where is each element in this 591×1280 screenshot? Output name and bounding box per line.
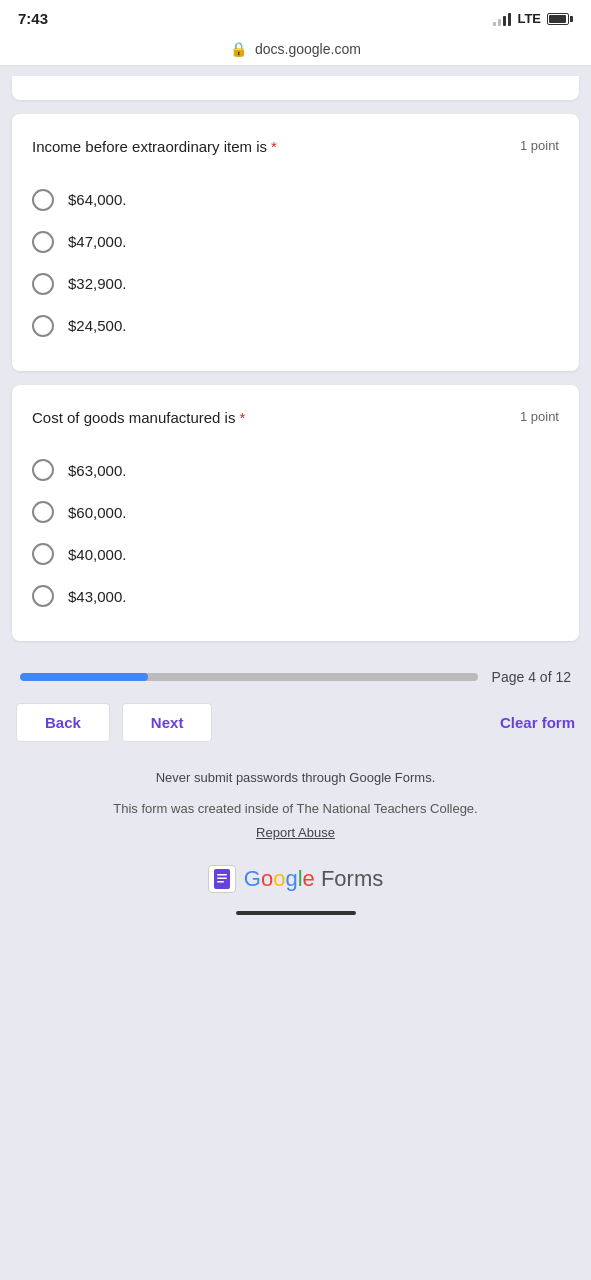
- address-bar: 🔒 docs.google.com: [0, 33, 591, 66]
- footer-created-by: This form was created inside of The Nati…: [20, 799, 571, 819]
- footer-warning: Never submit passwords through Google Fo…: [20, 770, 571, 785]
- clear-form-button[interactable]: Clear form: [500, 714, 575, 731]
- network-label: LTE: [517, 11, 541, 26]
- page-content: Income before extraordinary item is* 1 p…: [0, 66, 591, 915]
- google-forms-brand: Google Forms: [0, 847, 591, 903]
- svg-rect-1: [217, 874, 227, 876]
- point-label-2: 1 point: [520, 409, 559, 424]
- radio-circle-q2b[interactable]: [32, 501, 54, 523]
- time-display: 7:43: [18, 10, 48, 27]
- point-label-1: 1 point: [520, 138, 559, 153]
- next-button[interactable]: Next: [122, 703, 213, 742]
- radio-label-q2d: $43,000.: [68, 588, 126, 605]
- question-text-1: Income before extraordinary item is*: [32, 136, 508, 159]
- google-forms-icon: [208, 865, 236, 893]
- radio-option-q2a[interactable]: $63,000.: [32, 449, 559, 491]
- radio-option-q2c[interactable]: $40,000.: [32, 533, 559, 575]
- required-star-2: *: [239, 409, 245, 426]
- radio-circle-q1d[interactable]: [32, 315, 54, 337]
- radio-option-q1c[interactable]: $32,900.: [32, 263, 559, 305]
- radio-option-q1d[interactable]: $24,500.: [32, 305, 559, 347]
- battery-icon: [547, 13, 573, 25]
- status-icons: LTE: [493, 11, 573, 26]
- progress-text: Page 4 of 12: [492, 669, 571, 685]
- required-star-1: *: [271, 138, 277, 155]
- question-card-2: Cost of goods manufactured is* 1 point $…: [12, 385, 579, 642]
- question-text-2: Cost of goods manufactured is*: [32, 407, 508, 430]
- radio-option-q2d[interactable]: $43,000.: [32, 575, 559, 617]
- svg-rect-3: [217, 881, 224, 883]
- nav-buttons: Back Next Clear form: [0, 693, 591, 758]
- radio-label-q1c: $32,900.: [68, 275, 126, 292]
- progress-track: [20, 673, 478, 681]
- progress-fill: [20, 673, 148, 681]
- radio-circle-q1a[interactable]: [32, 189, 54, 211]
- report-abuse-link[interactable]: Report Abuse: [256, 825, 335, 840]
- radio-option-q1a[interactable]: $64,000.: [32, 179, 559, 221]
- question-header-2: Cost of goods manufactured is* 1 point: [32, 407, 559, 430]
- radio-label-q1d: $24,500.: [68, 317, 126, 334]
- svg-rect-2: [217, 877, 227, 879]
- home-indicator: [236, 911, 356, 915]
- radio-circle-q1c[interactable]: [32, 273, 54, 295]
- progress-area: Page 4 of 12: [0, 655, 591, 693]
- top-partial-card: [12, 76, 579, 100]
- google-forms-text: Google Forms: [244, 866, 383, 892]
- radio-label-q2c: $40,000.: [68, 546, 126, 563]
- radio-circle-q2c[interactable]: [32, 543, 54, 565]
- radio-option-q1b[interactable]: $47,000.: [32, 221, 559, 263]
- radio-circle-q2d[interactable]: [32, 585, 54, 607]
- footer: Never submit passwords through Google Fo…: [0, 758, 591, 847]
- back-button[interactable]: Back: [16, 703, 110, 742]
- radio-option-q2b[interactable]: $60,000.: [32, 491, 559, 533]
- question-header-1: Income before extraordinary item is* 1 p…: [32, 136, 559, 159]
- lock-icon: 🔒: [230, 41, 247, 57]
- radio-label-q1a: $64,000.: [68, 191, 126, 208]
- status-bar: 7:43 LTE: [0, 0, 591, 33]
- url-display: docs.google.com: [255, 41, 361, 57]
- radio-label-q2b: $60,000.: [68, 504, 126, 521]
- question-card-1: Income before extraordinary item is* 1 p…: [12, 114, 579, 371]
- signal-icon: [493, 12, 511, 26]
- radio-label-q2a: $63,000.: [68, 462, 126, 479]
- radio-label-q1b: $47,000.: [68, 233, 126, 250]
- radio-circle-q1b[interactable]: [32, 231, 54, 253]
- radio-circle-q2a[interactable]: [32, 459, 54, 481]
